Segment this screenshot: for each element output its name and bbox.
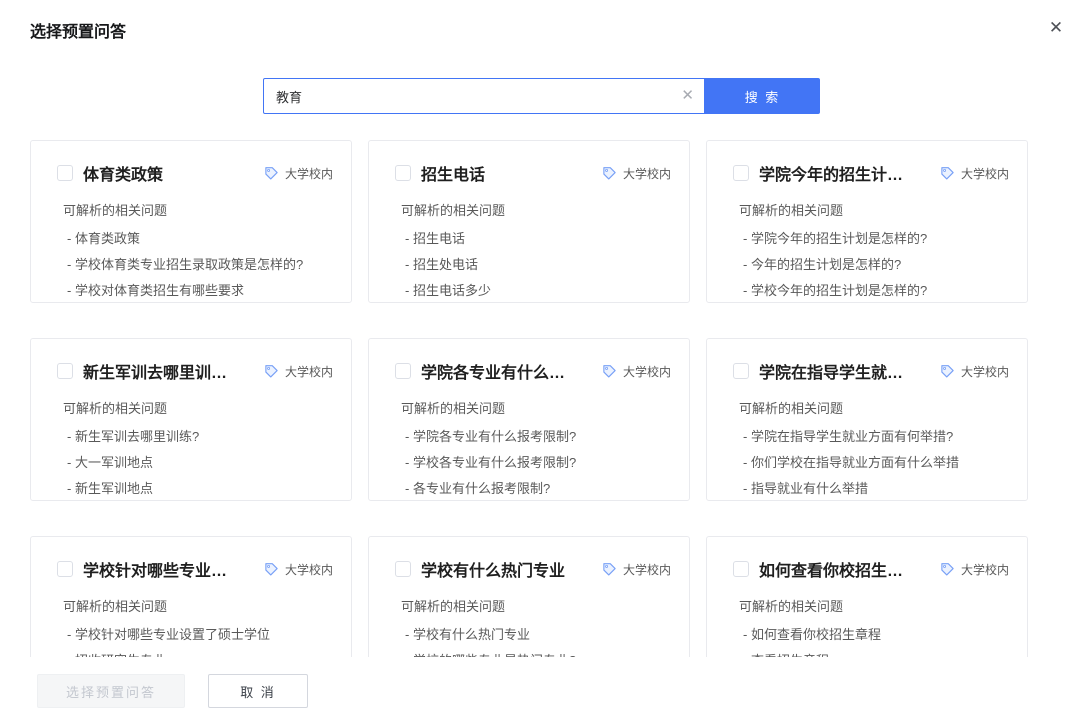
- qa-card[interactable]: 招生电话 大学校内 可解析的相关问题 - 招生电话 - 招生处电话 - 招生电话…: [368, 140, 690, 303]
- question-item: - 体育类政策: [67, 231, 140, 246]
- card-title: 体育类政策: [83, 167, 164, 184]
- question-item: - 学校今年的招生计划是怎样的?: [743, 283, 928, 298]
- question-item: - 新生军训去哪里训练?: [67, 429, 200, 444]
- clear-icon[interactable]: ✕: [681, 79, 694, 113]
- search-input-container: ✕: [263, 78, 705, 114]
- related-questions-label: 可解析的相关问题: [63, 401, 168, 416]
- card-tag-label: 大学校内: [622, 364, 671, 379]
- question-item: - 新生军训地点: [67, 481, 153, 496]
- question-item: - 指导就业有什么举措: [743, 481, 868, 496]
- card-checkbox[interactable]: [57, 363, 73, 379]
- card-checkbox[interactable]: [57, 561, 73, 577]
- related-questions-label: 可解析的相关问题: [401, 203, 506, 218]
- card-tag: 大学校内: [596, 363, 671, 380]
- card-title: 学校有什么热门专业: [421, 563, 566, 580]
- tag-icon: [603, 364, 616, 377]
- question-item: - 学校对体育类招生有哪些要求: [67, 283, 244, 298]
- card-checkbox[interactable]: [395, 363, 411, 379]
- question-item: - 如何查看你校招生章程: [743, 627, 881, 642]
- card-tag: 大学校内: [934, 165, 1009, 182]
- card-tag-label: 大学校内: [960, 562, 1009, 577]
- card-title: 如何查看你校招生…: [759, 563, 904, 580]
- question-item: - 招生电话: [405, 231, 465, 246]
- question-item: - 招生处电话: [405, 257, 478, 272]
- close-icon[interactable]: ✕: [1044, 16, 1068, 40]
- card-tag-label: 大学校内: [622, 562, 671, 577]
- question-item: - 学校各专业有什么报考限制?: [405, 455, 577, 470]
- tag-icon: [265, 562, 278, 575]
- tag-icon: [941, 166, 954, 179]
- tag-icon: [603, 166, 616, 179]
- card-checkbox[interactable]: [395, 561, 411, 577]
- question-item: - 学校的哪些专业是热门专业?: [405, 648, 675, 657]
- question-item: - 今年的招生计划是怎样的?: [743, 257, 902, 272]
- card-grid: 体育类政策 大学校内 可解析的相关问题 - 体育类政策 - 学校体育类专业招生录…: [30, 140, 1030, 657]
- question-item: - 学院今年的招生计划是怎样的?: [743, 231, 928, 246]
- question-item: - 学校有什么热门专业: [405, 627, 530, 642]
- card-tag: 大学校内: [934, 561, 1009, 578]
- qa-card[interactable]: 学校针对哪些专业… 大学校内 可解析的相关问题 - 学校针对哪些专业设置了硕士学…: [30, 536, 352, 657]
- card-tag: 大学校内: [596, 165, 671, 182]
- question-item: - 查看招生章程: [743, 648, 1013, 657]
- dialog-title: 选择预置问答: [30, 24, 127, 41]
- tag-icon: [265, 166, 278, 179]
- card-checkbox[interactable]: [57, 165, 73, 181]
- tag-icon: [941, 364, 954, 377]
- question-item: - 招生电话多少: [405, 283, 491, 298]
- cancel-button[interactable]: 取 消: [208, 674, 308, 708]
- card-tag-label: 大学校内: [284, 562, 333, 577]
- question-item: - 你们学校在指导就业方面有什么举措: [743, 455, 959, 470]
- related-questions-label: 可解析的相关问题: [401, 599, 506, 614]
- qa-card[interactable]: 学校有什么热门专业 大学校内 可解析的相关问题 - 学校有什么热门专业 - 学校…: [368, 536, 690, 657]
- card-tag: 大学校内: [258, 363, 333, 380]
- related-questions-label: 可解析的相关问题: [63, 203, 168, 218]
- related-questions-label: 可解析的相关问题: [739, 599, 844, 614]
- card-tag-label: 大学校内: [622, 166, 671, 181]
- qa-card[interactable]: 学院在指导学生就… 大学校内 可解析的相关问题 - 学院在指导学生就业方面有何举…: [706, 338, 1028, 501]
- search-button[interactable]: 搜 索: [705, 78, 820, 114]
- card-tag: 大学校内: [258, 561, 333, 578]
- card-tag-label: 大学校内: [960, 166, 1009, 181]
- qa-card[interactable]: 新生军训去哪里训… 大学校内 可解析的相关问题 - 新生军训去哪里训练? - 大…: [30, 338, 352, 501]
- qa-card[interactable]: 学院今年的招生计… 大学校内 可解析的相关问题 - 学院今年的招生计划是怎样的?…: [706, 140, 1028, 303]
- card-tag-label: 大学校内: [960, 364, 1009, 379]
- card-title: 学校针对哪些专业…: [83, 563, 228, 580]
- question-item: - 大一军训地点: [67, 455, 153, 470]
- card-checkbox[interactable]: [733, 165, 749, 181]
- card-title: 学院今年的招生计…: [759, 167, 904, 184]
- qa-card[interactable]: 学院各专业有什么… 大学校内 可解析的相关问题 - 学院各专业有什么报考限制? …: [368, 338, 690, 501]
- tag-icon: [941, 562, 954, 575]
- qa-card[interactable]: 体育类政策 大学校内 可解析的相关问题 - 体育类政策 - 学校体育类专业招生录…: [30, 140, 352, 303]
- related-questions-label: 可解析的相关问题: [63, 599, 168, 614]
- question-item: - 招收研究生专业: [67, 648, 337, 657]
- card-title: 学院在指导学生就…: [759, 365, 904, 382]
- related-questions-label: 可解析的相关问题: [739, 203, 844, 218]
- question-item: - 学院在指导学生就业方面有何举措?: [743, 429, 954, 444]
- tag-icon: [603, 562, 616, 575]
- related-questions-label: 可解析的相关问题: [739, 401, 844, 416]
- search-bar: ✕ 搜 索: [263, 78, 820, 114]
- card-checkbox[interactable]: [733, 363, 749, 379]
- question-item: - 学校针对哪些专业设置了硕士学位: [67, 627, 270, 642]
- dialog-footer: 选择预置问答 取 消: [37, 674, 308, 708]
- card-title: 学院各专业有什么…: [421, 365, 566, 382]
- question-item: - 各专业有什么报考限制?: [405, 481, 551, 496]
- select-preset-button[interactable]: 选择预置问答: [37, 674, 185, 708]
- related-questions-label: 可解析的相关问题: [401, 401, 506, 416]
- card-tag: 大学校内: [596, 561, 671, 578]
- card-title: 招生电话: [421, 167, 486, 184]
- card-title: 新生军训去哪里训…: [83, 365, 228, 382]
- card-tag-label: 大学校内: [284, 166, 333, 181]
- card-grid-viewport: 体育类政策 大学校内 可解析的相关问题 - 体育类政策 - 学校体育类专业招生录…: [30, 140, 1030, 657]
- card-tag: 大学校内: [934, 363, 1009, 380]
- qa-card[interactable]: 如何查看你校招生… 大学校内 可解析的相关问题 - 如何查看你校招生章程 - 查…: [706, 536, 1028, 657]
- card-tag: 大学校内: [258, 165, 333, 182]
- question-item: - 学校体育类专业招生录取政策是怎样的?: [67, 257, 304, 272]
- tag-icon: [265, 364, 278, 377]
- card-tag-label: 大学校内: [284, 364, 333, 379]
- card-checkbox[interactable]: [395, 165, 411, 181]
- question-item: - 学院各专业有什么报考限制?: [405, 429, 577, 444]
- card-checkbox[interactable]: [733, 561, 749, 577]
- search-input[interactable]: [264, 79, 704, 113]
